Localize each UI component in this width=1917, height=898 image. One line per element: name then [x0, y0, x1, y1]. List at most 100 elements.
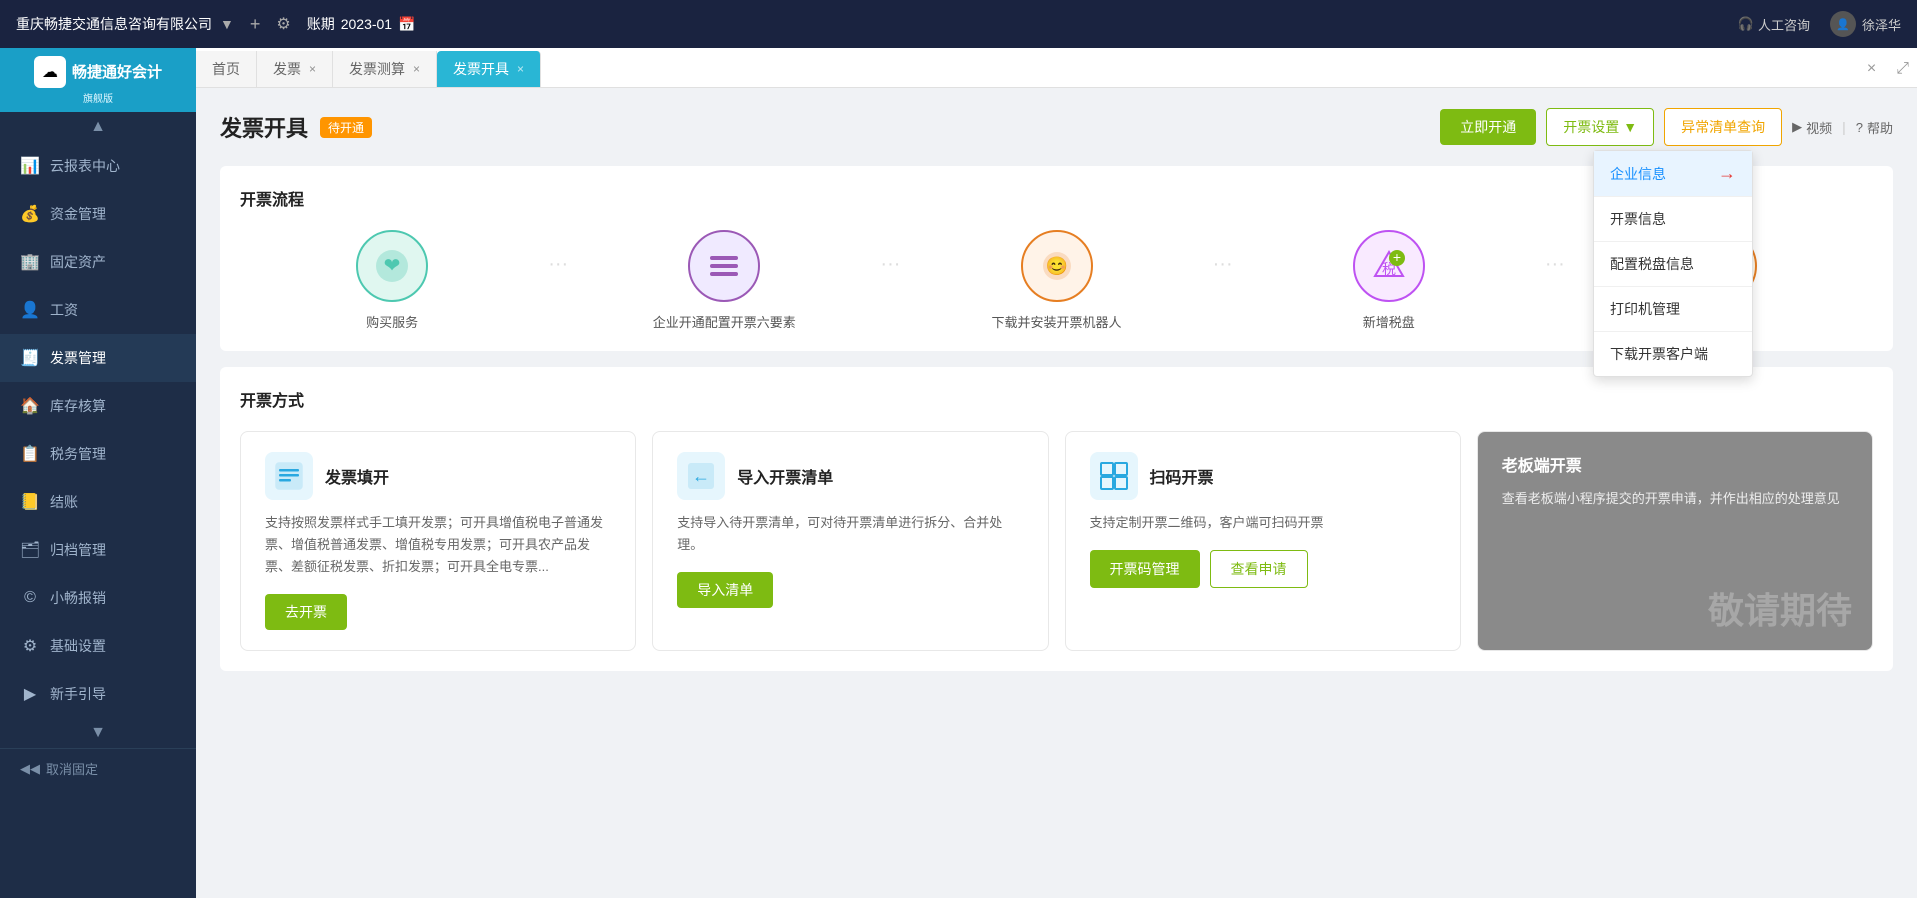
cancel-fixed-label: 取消固定	[46, 759, 98, 778]
sidebar-item-jiezhang[interactable]: 📒 结账	[0, 478, 196, 526]
flow-arrow-4: ···	[1545, 253, 1565, 276]
tab-fapiaocesuan-close[interactable]: ×	[413, 62, 420, 76]
human-service-btn[interactable]: 🎧 人工咨询	[1738, 15, 1810, 34]
sidebar-label-xiaochang: 小畅报销	[50, 588, 106, 608]
method-scan-title: 扫码开票	[1150, 464, 1214, 488]
dropdown-item-invoice-info[interactable]: 开票信息	[1594, 197, 1752, 242]
svg-text:+: +	[1393, 249, 1401, 265]
sidebar-item-kucun[interactable]: 🏠 库存核算	[0, 382, 196, 430]
sidebar-item-yunbao[interactable]: 📊 云报表中心	[0, 142, 196, 190]
settings-icon[interactable]: ⚙	[276, 14, 290, 34]
period-label: 账期	[307, 14, 335, 34]
flow-arrow-2: ···	[880, 253, 900, 276]
tab-fapiaocesuan-label: 发票测算	[349, 59, 405, 79]
abnormal-list-button[interactable]: 异常清单查询	[1664, 108, 1782, 146]
logo-icon: ☁	[34, 56, 66, 88]
flow-arrow-3: ···	[1213, 253, 1233, 276]
tab-maximize[interactable]: ⤢	[1888, 51, 1917, 87]
cancel-fixed-btn[interactable]: ◀◀ 取消固定	[0, 748, 196, 788]
fapiao-icon: 🧾	[20, 348, 40, 368]
dropdown-download-label: 下载开票客户端	[1610, 346, 1708, 362]
method-scan-btn1[interactable]: 开票码管理	[1090, 550, 1200, 588]
method-manual-btn[interactable]: 去开票	[265, 594, 347, 630]
method-boss-title: 老板端开票	[1502, 452, 1582, 476]
activate-button[interactable]: 立即开通	[1440, 109, 1536, 145]
sidebar-item-jichushezhi[interactable]: ⚙ 基础设置	[0, 622, 196, 670]
methods-title: 开票方式	[240, 387, 1873, 411]
step-download-icon: 😊	[1021, 230, 1093, 302]
sidebar-item-shuiwu[interactable]: 📋 税务管理	[0, 430, 196, 478]
sidebar-label-xinshou: 新手引导	[50, 684, 106, 704]
tab-fapiao[interactable]: 发票 ×	[257, 51, 333, 87]
step-config-label: 企业开通配置开票六要素	[653, 312, 796, 331]
flow-arrow-1: ···	[548, 253, 568, 276]
help-button[interactable]: ? 帮助	[1856, 118, 1893, 137]
dropdown-item-tax-config[interactable]: 配置税盘信息	[1594, 242, 1752, 287]
red-arrow-icon: →	[1718, 163, 1736, 184]
sidebar-item-gudingzichan[interactable]: 🏢 固定资产	[0, 238, 196, 286]
kucun-icon: 🏠	[20, 396, 40, 416]
sidebar-item-fapiao[interactable]: 🧾 发票管理	[0, 334, 196, 382]
method-card-boss: 老板端开票 查看老板端小程序提交的开票申请，并作出相应的处理意见 敬请期待	[1477, 431, 1873, 651]
sidebar-scroll-up[interactable]: ▲	[0, 112, 196, 142]
flow-step-download[interactable]: 😊 下载并安装开票机器人	[904, 230, 1208, 331]
dropdown-item-download-client[interactable]: 下载开票客户端	[1594, 332, 1752, 376]
sidebar-item-xiaochang[interactable]: © 小畅报销	[0, 574, 196, 622]
sidebar-label-kucun: 库存核算	[50, 396, 106, 416]
dropdown-printer-label: 打印机管理	[1610, 301, 1680, 317]
tab-fapiaokaju-close[interactable]: ×	[517, 62, 524, 76]
tab-fapiaocesuan[interactable]: 发票测算 ×	[333, 51, 437, 87]
method-card-scan: 扫码开票 支持定制开票二维码，客户端可扫码开票 开票码管理 查看申请	[1065, 431, 1461, 651]
shuiwu-icon: 📋	[20, 444, 40, 464]
video-label: 视频	[1806, 118, 1832, 137]
gudingzichan-icon: 🏢	[20, 252, 40, 272]
flow-step-buy[interactable]: ❤ 购买服务	[240, 230, 544, 331]
period-value: 2023-01	[341, 16, 392, 32]
sidebar-item-xinshou[interactable]: ▶ 新手引导	[0, 670, 196, 718]
company-selector[interactable]: 重庆畅捷交通信息咨询有限公司 ▼	[16, 14, 234, 34]
sidebar-item-guidang[interactable]: 🗂 归档管理	[0, 526, 196, 574]
dropdown-item-printer[interactable]: 打印机管理	[1594, 287, 1752, 332]
method-manual-icon	[265, 452, 313, 500]
logo-sub: 旗舰版	[83, 90, 113, 105]
flow-step-addtax[interactable]: 税+ 新增税盘	[1237, 230, 1541, 331]
method-scan-btn2[interactable]: 查看申请	[1210, 550, 1308, 588]
tab-fapiaokaju-label: 发票开具	[453, 59, 509, 79]
user-info[interactable]: 👤 徐泽华	[1830, 11, 1901, 37]
status-badge: 待开通	[320, 117, 372, 138]
sidebar-scroll-down[interactable]: ▼	[0, 718, 196, 748]
add-tab-button[interactable]: +	[250, 14, 261, 35]
sidebar-item-zijin[interactable]: 💰 资金管理	[0, 190, 196, 238]
settings-dropdown-arrow: ▼	[1623, 119, 1637, 135]
service-label: 人工咨询	[1758, 15, 1810, 34]
sidebar-label-zijin: 资金管理	[50, 204, 106, 224]
calendar-icon[interactable]: 📅	[398, 16, 415, 33]
method-card-scan-header: 扫码开票	[1090, 452, 1436, 500]
divider: |	[1842, 119, 1846, 135]
method-manual-title: 发票填开	[325, 464, 389, 488]
account-period: 账期 2023-01 📅	[307, 14, 416, 34]
user-name: 徐泽华	[1862, 15, 1901, 34]
method-scan-icon	[1090, 452, 1138, 500]
method-boss-desc: 查看老板端小程序提交的开票申请，并作出相应的处理意见	[1502, 488, 1848, 510]
sidebar-label-yunbao: 云报表中心	[50, 156, 120, 176]
tab-home[interactable]: 首页	[196, 51, 257, 87]
topbar-right: 🎧 人工咨询 👤 徐泽华	[1738, 11, 1901, 37]
tab-fapiaokaju[interactable]: 发票开具 ×	[437, 51, 541, 87]
method-import-btn[interactable]: 导入清单	[677, 572, 773, 608]
xiaochang-icon: ©	[20, 589, 40, 607]
video-button[interactable]: ▶ 视频	[1792, 118, 1832, 137]
method-manual-desc: 支持按照发票样式手工填开发票；可开具增值税电子普通发票、增值税普通发票、增值税专…	[265, 512, 611, 578]
settings-button[interactable]: 开票设置 ▼	[1546, 108, 1654, 146]
page-header: 发票开具 待开通 立即开通 开票设置 ▼ 异常清单查询 ▶ 视频 |	[220, 108, 1893, 146]
company-dropdown-icon: ▼	[220, 16, 234, 32]
dropdown-item-enterprise[interactable]: 企业信息 →	[1594, 151, 1752, 197]
method-import-icon: ←	[677, 452, 725, 500]
help-label: 帮助	[1867, 118, 1893, 137]
tab-close-all[interactable]: ×	[1855, 51, 1888, 87]
tab-fapiao-close[interactable]: ×	[309, 62, 316, 76]
flow-step-config[interactable]: 企业开通配置开票六要素	[572, 230, 876, 331]
sidebar-label-gudingzichan: 固定资产	[50, 252, 106, 272]
sidebar-item-gongzi[interactable]: 👤 工资	[0, 286, 196, 334]
svg-text:❤: ❤	[384, 255, 401, 277]
